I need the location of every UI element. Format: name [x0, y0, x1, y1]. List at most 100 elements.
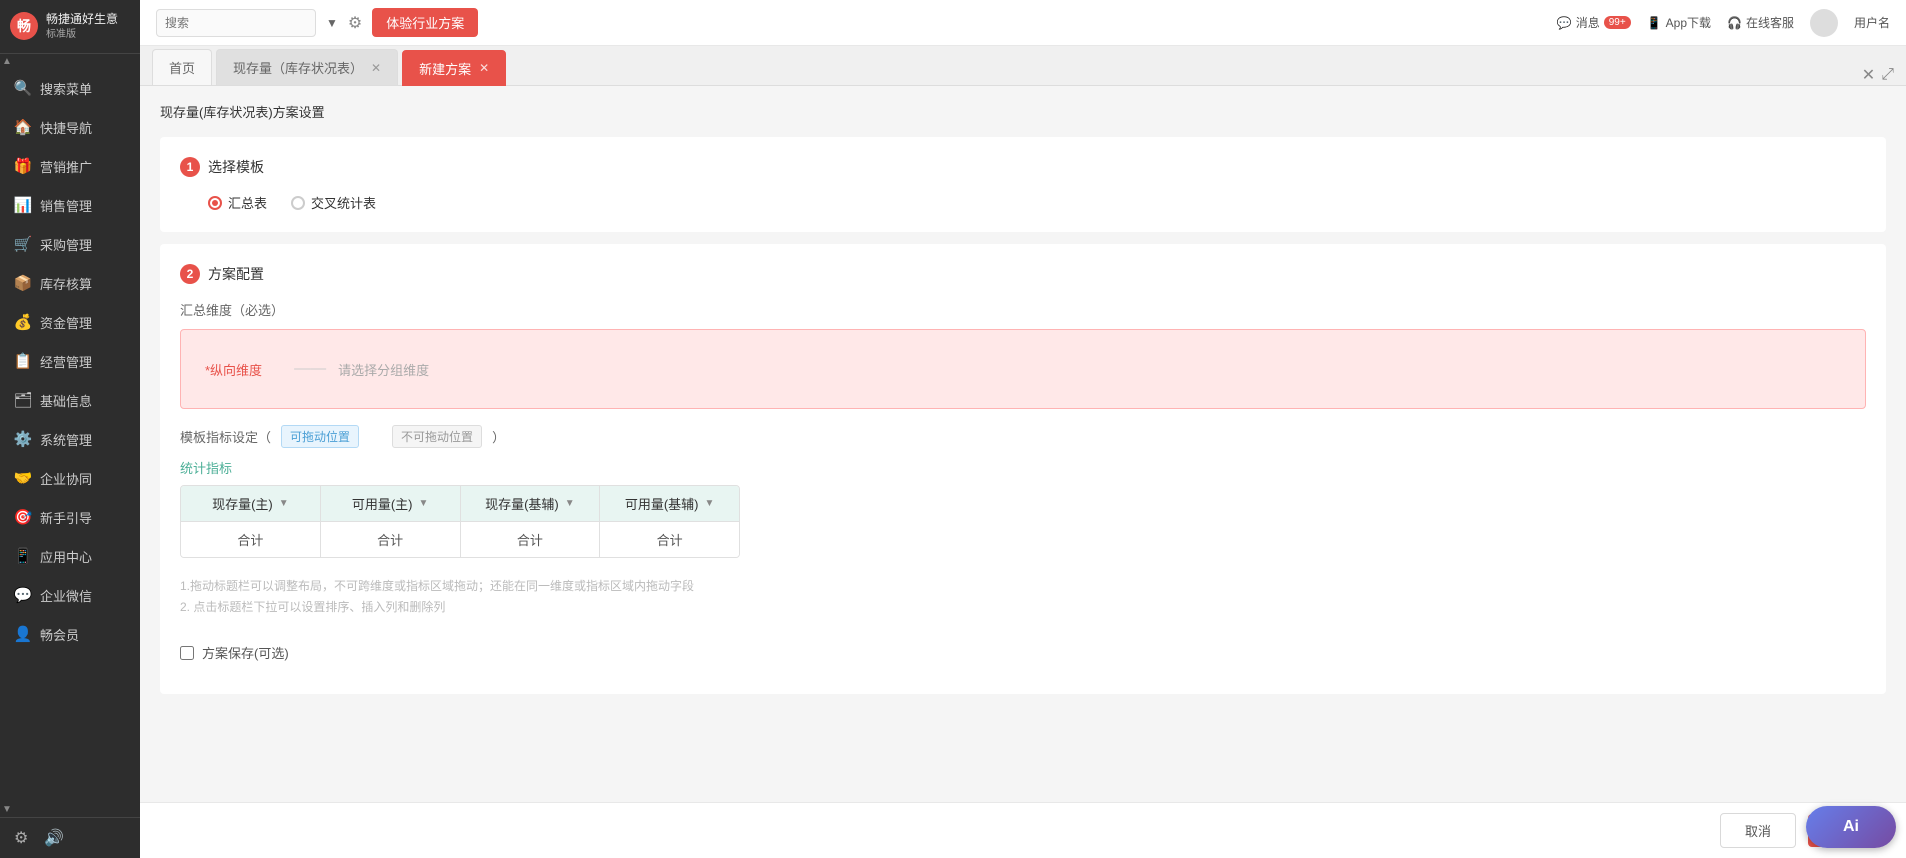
col-header-2[interactable]: 现存量(基辅) ▼ — [461, 486, 601, 521]
col-header-3[interactable]: 可用量(基辅) ▼ — [600, 486, 739, 521]
sidebar-item-wechat[interactable]: 💬 企业微信 — [0, 576, 140, 615]
sidebar-item-label: 搜索菜单 — [40, 79, 92, 98]
cell-2: 合计 — [461, 522, 601, 557]
purchase-icon: 🛒 — [14, 235, 32, 253]
app-download-button[interactable]: 📱 App下载 — [1647, 14, 1711, 31]
ai-fab-label: Ai — [1843, 818, 1859, 836]
sidebar-item-quick-nav[interactable]: 🏠 快捷导航 — [0, 108, 140, 147]
basic-info-icon: 🗂 — [14, 391, 32, 409]
dimension-sub-label: 汇总维度（必选） — [180, 300, 1866, 319]
sidebar-item-basic-info[interactable]: 🗂 基础信息 — [0, 381, 140, 420]
tab-new-plan[interactable]: 新建方案 ✕ — [402, 50, 506, 86]
sidebar-item-finance[interactable]: 💰 资金管理 — [0, 303, 140, 342]
not-draggable-tag: 不可拖动位置 — [392, 425, 482, 448]
sidebar-item-label: 销售管理 — [40, 196, 92, 215]
tab-new-plan-close-icon[interactable]: ✕ — [479, 61, 489, 75]
save-checkbox[interactable] — [180, 646, 194, 660]
col-chevron-2: ▼ — [565, 498, 575, 509]
sidebar-bottom: ⚙ 🔊 — [0, 817, 140, 858]
sidebar-item-inventory[interactable]: 📦 库存核算 — [0, 264, 140, 303]
sidebar-item-cooperation[interactable]: 🤝 企业协同 — [0, 459, 140, 498]
content-area: 现存量(库存状况表)方案设置 1 选择模板 汇总表 交叉统计表 2 — [140, 86, 1906, 802]
trial-button[interactable]: 体验行业方案 — [372, 8, 478, 37]
tab-inventory-status[interactable]: 现存量（库存状况表） ✕ — [216, 49, 398, 85]
radio-summary-label: 汇总表 — [228, 193, 267, 212]
app-logo: 畅 畅捷通好生意 标准版 — [0, 0, 140, 54]
sidebar-item-sales[interactable]: 📊 销售管理 — [0, 186, 140, 225]
sidebar-item-label: 畅会员 — [40, 625, 79, 644]
dimension-box[interactable]: *纵向维度 —— 请选择分组维度 — [180, 329, 1866, 409]
service-button[interactable]: 🎧 在线客服 — [1727, 14, 1794, 31]
logo-icon: 畅 — [10, 12, 38, 40]
sidebar-item-system[interactable]: ⚙️ 系统管理 — [0, 420, 140, 459]
radio-cross-label: 交叉统计表 — [311, 193, 376, 212]
service-icon: 🎧 — [1727, 16, 1742, 30]
col-header-1[interactable]: 可用量(主) ▼ — [321, 486, 461, 521]
stats-table: 现存量(主) ▼ 可用量(主) ▼ 现存量(基辅) ▼ 可用量(基辅) ▼ — [180, 485, 740, 558]
member-icon: 👤 — [14, 625, 32, 643]
sidebar-menu: 🔍 搜索菜单 🏠 快捷导航 🎁 营销推广 📊 销售管理 🛒 采购管理 📦 库存核… — [0, 69, 140, 802]
search-menu-icon: 🔍 — [14, 79, 32, 97]
tip-item-0: 1.拖动标题栏可以调整布局，不可跨维度或指标区域拖动；还能在同一维度或指标区域内… — [180, 577, 1866, 594]
page-title: 现存量(库存状况表)方案设置 — [160, 102, 1886, 121]
panel-close-icon[interactable]: ✕ — [1862, 65, 1875, 85]
sidebar-item-label: 系统管理 — [40, 430, 92, 449]
message-label: 消息 — [1576, 14, 1600, 31]
app-center-icon: 📱 — [14, 547, 32, 565]
section2-title: 方案配置 — [208, 264, 264, 284]
radio-summary[interactable]: 汇总表 — [208, 193, 267, 212]
sidebar-item-label: 资金管理 — [40, 313, 92, 332]
col-header-0[interactable]: 现存量(主) ▼ — [181, 486, 321, 521]
sidebar-scroll-up[interactable]: ▲ — [0, 54, 140, 69]
quick-nav-icon: 🏠 — [14, 118, 32, 136]
search-input[interactable] — [156, 9, 316, 37]
main-area: ▼ ⚙ 体验行业方案 💬 消息 99+ 📱 App下载 🎧 在线客服 用户名 — [140, 0, 1906, 858]
topbar-right: 💬 消息 99+ 📱 App下载 🎧 在线客服 用户名 — [1557, 9, 1890, 37]
sidebar-item-purchase[interactable]: 🛒 采购管理 — [0, 225, 140, 264]
sidebar-item-label: 快捷导航 — [40, 118, 92, 137]
sidebar-item-label: 采购管理 — [40, 235, 92, 254]
sidebar-item-new-guide[interactable]: 🎯 新手引导 — [0, 498, 140, 537]
sidebar-item-label: 经营管理 — [40, 352, 92, 371]
sales-icon: 📊 — [14, 196, 32, 214]
ai-fab-button[interactable]: Ai — [1806, 806, 1896, 848]
topbar-left: ▼ ⚙ 体验行业方案 — [156, 8, 478, 37]
section1-title: 选择模板 — [208, 157, 264, 177]
save-label: 方案保存(可选) — [202, 643, 289, 662]
sidebar-item-operations[interactable]: 📋 经营管理 — [0, 342, 140, 381]
panel-expand-icon[interactable]: ⤢ — [1881, 66, 1894, 84]
tips-section: 1.拖动标题栏可以调整布局，不可跨维度或指标区域拖动；还能在同一维度或指标区域内… — [180, 577, 1866, 615]
dropdown-icon[interactable]: ▼ — [326, 16, 338, 30]
service-label: 在线客服 — [1746, 14, 1794, 31]
finance-icon: 💰 — [14, 313, 32, 331]
wechat-icon: 💬 — [14, 586, 32, 604]
tab-inventory-close-icon[interactable]: ✕ — [371, 61, 381, 75]
stats-table-header: 现存量(主) ▼ 可用量(主) ▼ 现存量(基辅) ▼ 可用量(基辅) ▼ — [181, 486, 739, 521]
sidebar-scroll-down[interactable]: ▼ — [0, 802, 140, 817]
stats-table-row: 合计 合计 合计 合计 — [181, 521, 739, 557]
col-chevron-3: ▼ — [705, 498, 715, 509]
sidebar-item-app-center[interactable]: 📱 应用中心 — [0, 537, 140, 576]
tip-item-1: 2. 点击标题栏下拉可以设置排序、插入列和删除列 — [180, 598, 1866, 615]
cooperation-icon: 🤝 — [14, 469, 32, 487]
radio-cross[interactable]: 交叉统计表 — [291, 193, 376, 212]
cancel-button[interactable]: 取消 — [1720, 813, 1796, 848]
sidebar-item-label: 基础信息 — [40, 391, 92, 410]
sidebar-item-marketing[interactable]: 🎁 营销推广 — [0, 147, 140, 186]
sidebar-item-member[interactable]: 👤 畅会员 — [0, 615, 140, 654]
speaker-icon[interactable]: 🔊 — [44, 828, 64, 848]
user-avatar[interactable] — [1810, 9, 1838, 37]
sidebar-item-search-menu[interactable]: 🔍 搜索菜单 — [0, 69, 140, 108]
template-options: 汇总表 交叉统计表 — [208, 193, 1866, 212]
cell-1: 合计 — [321, 522, 461, 557]
col-label-2: 现存量(基辅) — [485, 494, 559, 513]
sidebar-item-label: 营销推广 — [40, 157, 92, 176]
tab-home[interactable]: 首页 — [152, 49, 212, 85]
radio-summary-circle — [208, 196, 222, 210]
message-button[interactable]: 💬 消息 99+ — [1557, 14, 1631, 31]
settings-icon[interactable]: ⚙ — [14, 828, 28, 848]
gear-icon[interactable]: ⚙ — [348, 13, 362, 33]
message-icon: 💬 — [1557, 16, 1572, 30]
dimension-dash: —— — [294, 360, 326, 378]
message-badge: 99+ — [1604, 16, 1631, 29]
